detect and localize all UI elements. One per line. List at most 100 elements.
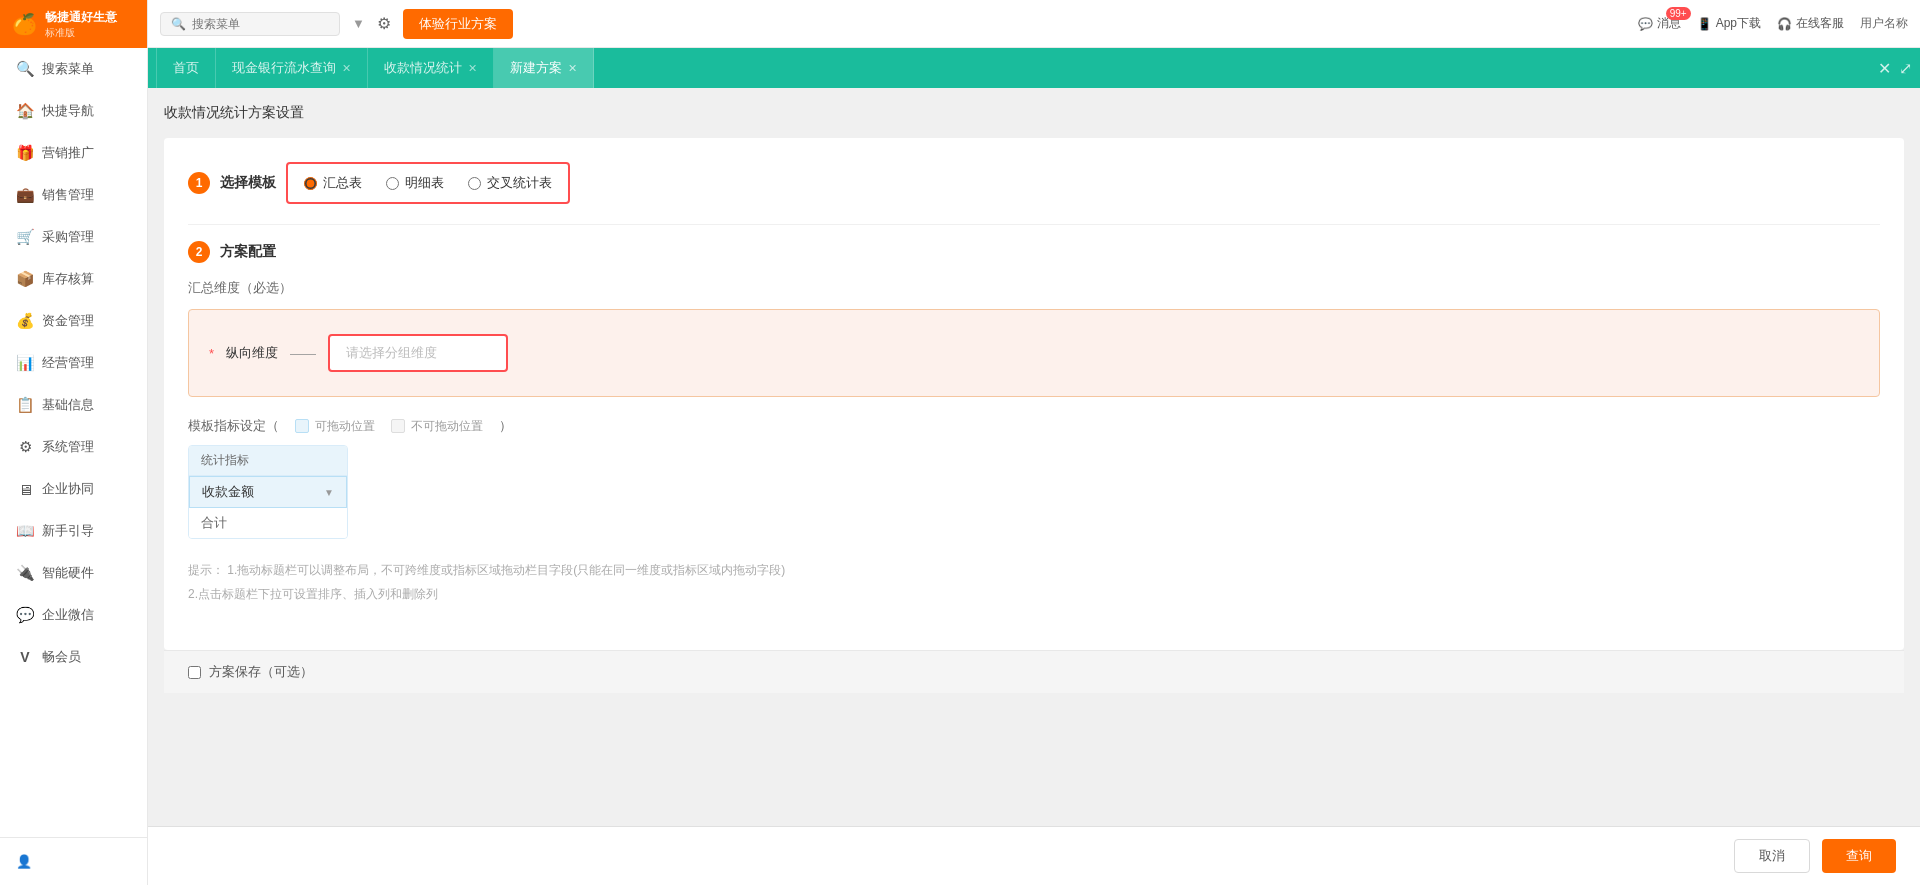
support-label: 在线客服 — [1796, 15, 1844, 32]
radio-cross[interactable]: 交叉统计表 — [468, 174, 552, 192]
step2-title: 方案配置 — [220, 243, 276, 261]
dimension-row: * 纵向维度 —— 请选择分组维度 — [209, 334, 1859, 372]
step1-title: 选择模板 — [220, 174, 276, 192]
close-window-icon[interactable]: ✕ — [1878, 59, 1891, 78]
doc-icon: 📋 — [16, 396, 34, 414]
tab-bank-flow-close-icon[interactable]: ✕ — [342, 62, 351, 75]
sidebar-item-marketing[interactable]: 🎁 营销推广 — [0, 132, 147, 174]
sidebar-item-quick-nav[interactable]: 🏠 快捷导航 — [0, 90, 147, 132]
tips-area: 提示： 1.拖动标题栏可以调整布局，不可跨维度或指标区域拖动栏目字段(只能在同一… — [188, 558, 1880, 606]
search-box[interactable]: 🔍 — [160, 12, 340, 36]
dimension-placeholder: 请选择分组维度 — [346, 345, 437, 360]
indicator-tag-amount[interactable]: 收款金额 ▼ — [189, 476, 347, 508]
search-input[interactable] — [192, 17, 312, 31]
step2-header: 2 方案配置 — [188, 241, 1880, 263]
avatar-icon: 👤 — [16, 854, 32, 869]
cart-icon: 🛒 — [16, 228, 34, 246]
radio-detail[interactable]: 明细表 — [386, 174, 444, 192]
message-icon: 💬 — [1638, 17, 1653, 31]
message-badge: 99+ — [1666, 7, 1691, 20]
tab-new-plan[interactable]: 新建方案 ✕ — [494, 48, 594, 88]
indicator-label: 模板指标设定（ 可拖动位置 不可拖动位置 ） — [188, 417, 1880, 435]
main-card: 1 选择模板 汇总表 明细表 交叉统计表 — [164, 138, 1904, 650]
sidebar-item-system[interactable]: ⚙ 系统管理 — [0, 426, 147, 468]
tab-bank-flow[interactable]: 现金银行流水查询 ✕ — [216, 48, 368, 88]
tab-receipts-stat[interactable]: 收款情况统计 ✕ — [368, 48, 494, 88]
template-selector: 汇总表 明细表 交叉统计表 — [286, 162, 570, 204]
step1-header: 1 选择模板 汇总表 明细表 交叉统计表 — [188, 162, 1880, 204]
sidebar-item-label: 搜索菜单 — [42, 60, 94, 78]
search-menu-icon: 🔍 — [16, 60, 34, 78]
tab-bank-flow-label: 现金银行流水查询 — [232, 59, 336, 77]
sidebar-item-corp-collab[interactable]: 🖥 企业协同 — [0, 468, 147, 510]
support-button[interactable]: 🎧 在线客服 — [1777, 15, 1844, 32]
sidebar-avatar-left[interactable]: 👤 — [0, 846, 147, 877]
download-label: App下载 — [1716, 15, 1761, 32]
sidebar-item-basic-info[interactable]: 📋 基础信息 — [0, 384, 147, 426]
message-button[interactable]: 💬 消息 99+ — [1638, 15, 1681, 32]
save-plan-checkbox[interactable] — [188, 666, 201, 679]
required-mark: * — [209, 346, 214, 361]
action-bar: 取消 查询 — [148, 826, 1920, 885]
logo-text: 畅捷通好生意 — [45, 9, 117, 26]
indicator-row-total: 合计 — [189, 508, 347, 538]
plan-config: 汇总维度（必选） * 纵向维度 —— 请选择分组维度 — [188, 279, 1880, 606]
tab-new-plan-close-icon[interactable]: ✕ — [568, 62, 577, 75]
trial-button[interactable]: 体验行业方案 — [403, 9, 513, 39]
box-icon: 📦 — [16, 270, 34, 288]
chevron-down-icon: ▼ — [324, 487, 334, 498]
app-download-button[interactable]: 📱 App下载 — [1697, 15, 1761, 32]
headset-icon: 🎧 — [1777, 17, 1792, 31]
radio-summary-input[interactable] — [304, 177, 317, 190]
dropdown-arrow-icon[interactable]: ▼ — [352, 16, 365, 31]
legend-draggable: 可拖动位置 — [295, 418, 375, 435]
cancel-button[interactable]: 取消 — [1734, 839, 1810, 873]
finance-icon: 💰 — [16, 312, 34, 330]
sidebar-item-search-menu[interactable]: 🔍 搜索菜单 — [0, 48, 147, 90]
settings-icon[interactable]: ⚙ — [377, 14, 391, 33]
query-button[interactable]: 查询 — [1822, 839, 1896, 873]
sidebar-item-sales[interactable]: 💼 销售管理 — [0, 174, 147, 216]
sidebar-bottom: 👤 — [0, 837, 147, 885]
search-icon: 🔍 — [171, 17, 186, 31]
tabbar-window-controls: ✕ ⤢ — [1878, 59, 1912, 78]
sidebar-item-label: 资金管理 — [42, 312, 94, 330]
monitor-icon: 🖥 — [16, 481, 34, 498]
page-title: 收款情况统计方案设置 — [164, 104, 1904, 122]
step2-number: 2 — [188, 241, 210, 263]
radio-cross-label: 交叉统计表 — [487, 174, 552, 192]
radio-summary[interactable]: 汇总表 — [304, 174, 362, 192]
main-area: 🔍 ▼ ⚙ 体验行业方案 💬 消息 99+ 📱 App下载 🎧 在线客服 用户名… — [148, 0, 1920, 885]
sidebar-item-finance[interactable]: 💰 资金管理 — [0, 300, 147, 342]
member-icon: V — [16, 649, 34, 665]
sidebar-item-smart-hw[interactable]: 🔌 智能硬件 — [0, 552, 147, 594]
sidebar-item-member[interactable]: V 畅会员 — [0, 636, 147, 678]
radio-detail-input[interactable] — [386, 177, 399, 190]
indicator-table-header: 统计指标 — [189, 446, 347, 476]
sidebar-item-purchase[interactable]: 🛒 采购管理 — [0, 216, 147, 258]
not-draggable-dot — [391, 419, 405, 433]
tab-home[interactable]: 首页 — [156, 48, 216, 88]
sidebar-item-label: 采购管理 — [42, 228, 94, 246]
dimension-title: 汇总维度（必选） — [188, 279, 1880, 297]
radio-cross-input[interactable] — [468, 177, 481, 190]
tab-receipts-stat-close-icon[interactable]: ✕ — [468, 62, 477, 75]
sidebar-item-inventory[interactable]: 📦 库存核算 — [0, 258, 147, 300]
legend-not-draggable: 不可拖动位置 — [391, 418, 483, 435]
sidebar: 🍊 畅捷通好生意 标准版 🔍 搜索菜单 🏠 快捷导航 🎁 营销推广 💼 销售管理… — [0, 0, 148, 885]
tip-1: 提示： 1.拖动标题栏可以调整布局，不可跨维度或指标区域拖动栏目字段(只能在同一… — [188, 558, 1880, 582]
sidebar-item-operations[interactable]: 📊 经营管理 — [0, 342, 147, 384]
dimension-area: * 纵向维度 —— 请选择分组维度 — [188, 309, 1880, 397]
save-plan-label: 方案保存（可选） — [209, 663, 313, 681]
page-content: 收款情况统计方案设置 1 选择模板 汇总表 明细表 — [148, 88, 1920, 826]
dimension-selector[interactable]: 请选择分组维度 — [328, 334, 508, 372]
draggable-dot — [295, 419, 309, 433]
sidebar-item-label: 企业微信 — [42, 606, 94, 624]
logo-icon: 🍊 — [12, 12, 37, 36]
chat-icon: 💬 — [16, 606, 34, 624]
topbar-right: 💬 消息 99+ 📱 App下载 🎧 在线客服 用户名称 — [1638, 15, 1908, 32]
sidebar-item-new-guide[interactable]: 📖 新手引导 — [0, 510, 147, 552]
sidebar-item-corp-wechat[interactable]: 💬 企业微信 — [0, 594, 147, 636]
download-icon: 📱 — [1697, 17, 1712, 31]
maximize-window-icon[interactable]: ⤢ — [1899, 59, 1912, 78]
